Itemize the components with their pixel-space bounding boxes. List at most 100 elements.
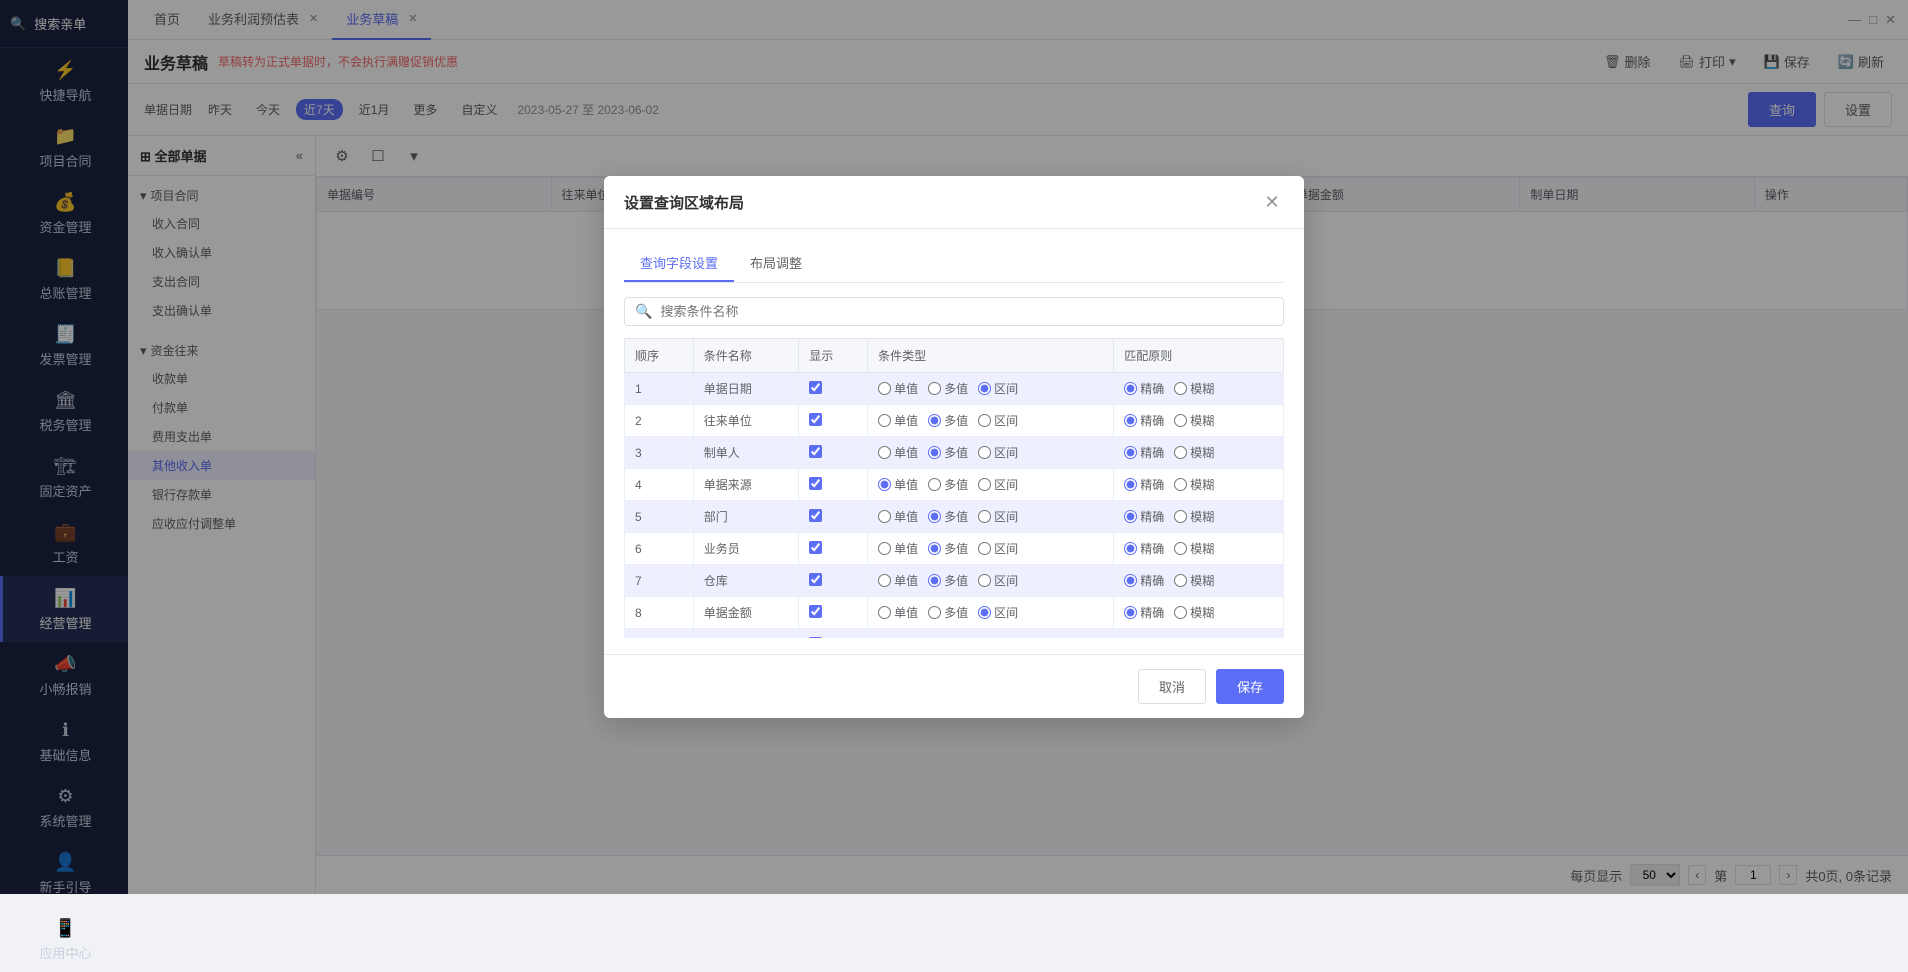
condition-radio-label[interactable]: 区间 bbox=[978, 412, 1018, 429]
condition-radio-label[interactable]: 区间 bbox=[978, 444, 1018, 461]
show-checkbox[interactable] bbox=[809, 637, 822, 639]
show-checkbox[interactable] bbox=[809, 413, 822, 426]
condition-radio-label[interactable]: 多值 bbox=[928, 572, 968, 589]
match-radio[interactable] bbox=[1124, 510, 1137, 523]
condition-radio-label[interactable]: 单值 bbox=[878, 508, 918, 525]
condition-radio[interactable] bbox=[878, 446, 891, 459]
match-radio[interactable] bbox=[1174, 414, 1187, 427]
condition-radio-label[interactable]: 单值 bbox=[878, 604, 918, 621]
match-radio-label[interactable]: 模糊 bbox=[1174, 572, 1214, 589]
match-radio[interactable] bbox=[1174, 606, 1187, 619]
match-radio[interactable] bbox=[1124, 382, 1137, 395]
modal-search-input[interactable] bbox=[660, 304, 1273, 319]
match-radio[interactable] bbox=[1174, 510, 1187, 523]
condition-radio-label[interactable]: 区间 bbox=[978, 604, 1018, 621]
condition-radio[interactable] bbox=[878, 574, 891, 587]
condition-radio[interactable] bbox=[878, 382, 891, 395]
condition-radio-label[interactable]: 单值 bbox=[878, 540, 918, 557]
match-radio[interactable] bbox=[1124, 542, 1137, 555]
match-radio-label[interactable]: 模糊 bbox=[1174, 508, 1214, 525]
condition-radio-label[interactable]: 单值 bbox=[878, 572, 918, 589]
condition-radio-label[interactable]: 多值 bbox=[928, 604, 968, 621]
condition-radio-label[interactable]: 单值 bbox=[878, 412, 918, 429]
show-checkbox[interactable] bbox=[809, 573, 822, 586]
match-radio-label[interactable]: 模糊 bbox=[1174, 380, 1214, 397]
condition-radio[interactable] bbox=[978, 414, 991, 427]
condition-radio[interactable] bbox=[978, 574, 991, 587]
condition-radio[interactable] bbox=[928, 446, 941, 459]
match-radio[interactable] bbox=[1124, 414, 1137, 427]
match-radio[interactable] bbox=[1174, 446, 1187, 459]
match-radio-label[interactable]: 精确 bbox=[1124, 572, 1164, 589]
modal-tab-fields[interactable]: 查询字段设置 bbox=[624, 245, 734, 282]
condition-radio[interactable] bbox=[928, 574, 941, 587]
match-radio-label[interactable]: 精确 bbox=[1124, 476, 1164, 493]
match-radio-label[interactable]: 精确 bbox=[1124, 412, 1164, 429]
match-radio-label[interactable]: 模糊 bbox=[1174, 412, 1214, 429]
match-radio-label[interactable]: 模糊 bbox=[1174, 444, 1214, 461]
match-radio-label[interactable]: 精确 bbox=[1124, 508, 1164, 525]
match-radio[interactable] bbox=[1174, 478, 1187, 491]
condition-radio-label[interactable]: 区间 bbox=[978, 636, 1018, 638]
match-radio-label[interactable]: 精确 bbox=[1124, 636, 1164, 638]
condition-radio-label[interactable]: 多值 bbox=[928, 636, 968, 638]
match-radio[interactable] bbox=[1124, 574, 1137, 587]
sidebar-item-apps[interactable]: 📱 应用中心 bbox=[0, 906, 128, 972]
match-radio-label[interactable]: 精确 bbox=[1124, 380, 1164, 397]
condition-radio[interactable] bbox=[978, 478, 991, 491]
condition-radio-label[interactable]: 区间 bbox=[978, 572, 1018, 589]
condition-radio[interactable] bbox=[928, 606, 941, 619]
condition-radio-label[interactable]: 多值 bbox=[928, 444, 968, 461]
condition-radio[interactable] bbox=[928, 382, 941, 395]
show-checkbox[interactable] bbox=[809, 381, 822, 394]
match-radio[interactable] bbox=[1124, 606, 1137, 619]
match-radio-label[interactable]: 精确 bbox=[1124, 604, 1164, 621]
condition-radio[interactable] bbox=[878, 478, 891, 491]
match-radio[interactable] bbox=[1174, 382, 1187, 395]
match-radio-label[interactable]: 模糊 bbox=[1174, 604, 1214, 621]
condition-radio[interactable] bbox=[928, 510, 941, 523]
condition-radio[interactable] bbox=[878, 606, 891, 619]
match-radio[interactable] bbox=[1124, 478, 1137, 491]
show-checkbox[interactable] bbox=[809, 477, 822, 490]
condition-radio[interactable] bbox=[978, 446, 991, 459]
match-radio-label[interactable]: 模糊 bbox=[1174, 476, 1214, 493]
condition-radio-label[interactable]: 区间 bbox=[978, 476, 1018, 493]
match-radio-label[interactable]: 精确 bbox=[1124, 444, 1164, 461]
condition-radio-label[interactable]: 多值 bbox=[928, 508, 968, 525]
condition-radio-label[interactable]: 多值 bbox=[928, 540, 968, 557]
condition-radio-label[interactable]: 单值 bbox=[878, 380, 918, 397]
modal-tab-layout[interactable]: 布局调整 bbox=[734, 245, 818, 282]
show-checkbox[interactable] bbox=[809, 509, 822, 522]
condition-radio-label[interactable]: 单值 bbox=[878, 444, 918, 461]
condition-radio[interactable] bbox=[978, 542, 991, 555]
condition-radio-label[interactable]: 单值 bbox=[878, 476, 918, 493]
show-checkbox[interactable] bbox=[809, 541, 822, 554]
condition-radio[interactable] bbox=[878, 542, 891, 555]
condition-radio[interactable] bbox=[878, 510, 891, 523]
match-radio[interactable] bbox=[1124, 446, 1137, 459]
modal-cancel-button[interactable]: 取消 bbox=[1138, 669, 1206, 704]
match-radio[interactable] bbox=[1174, 574, 1187, 587]
condition-radio-label[interactable]: 多值 bbox=[928, 380, 968, 397]
modal-close-button[interactable]: ✕ bbox=[1260, 190, 1284, 214]
show-checkbox[interactable] bbox=[809, 605, 822, 618]
condition-radio[interactable] bbox=[928, 478, 941, 491]
condition-radio[interactable] bbox=[978, 510, 991, 523]
condition-radio-label[interactable]: 多值 bbox=[928, 412, 968, 429]
condition-radio-label[interactable]: 单值 bbox=[878, 636, 918, 638]
condition-radio[interactable] bbox=[878, 414, 891, 427]
condition-radio-label[interactable]: 区间 bbox=[978, 540, 1018, 557]
match-radio-label[interactable]: 精确 bbox=[1124, 540, 1164, 557]
match-radio[interactable] bbox=[1174, 542, 1187, 555]
condition-radio[interactable] bbox=[928, 542, 941, 555]
condition-radio[interactable] bbox=[928, 414, 941, 427]
condition-radio-label[interactable]: 区间 bbox=[978, 380, 1018, 397]
condition-radio[interactable] bbox=[978, 382, 991, 395]
condition-radio[interactable] bbox=[978, 606, 991, 619]
match-radio-label[interactable]: 模糊 bbox=[1174, 540, 1214, 557]
match-radio-label[interactable]: 模糊 bbox=[1174, 636, 1214, 638]
condition-radio-label[interactable]: 多值 bbox=[928, 476, 968, 493]
condition-radio-label[interactable]: 区间 bbox=[978, 508, 1018, 525]
modal-save-button[interactable]: 保存 bbox=[1216, 669, 1284, 704]
